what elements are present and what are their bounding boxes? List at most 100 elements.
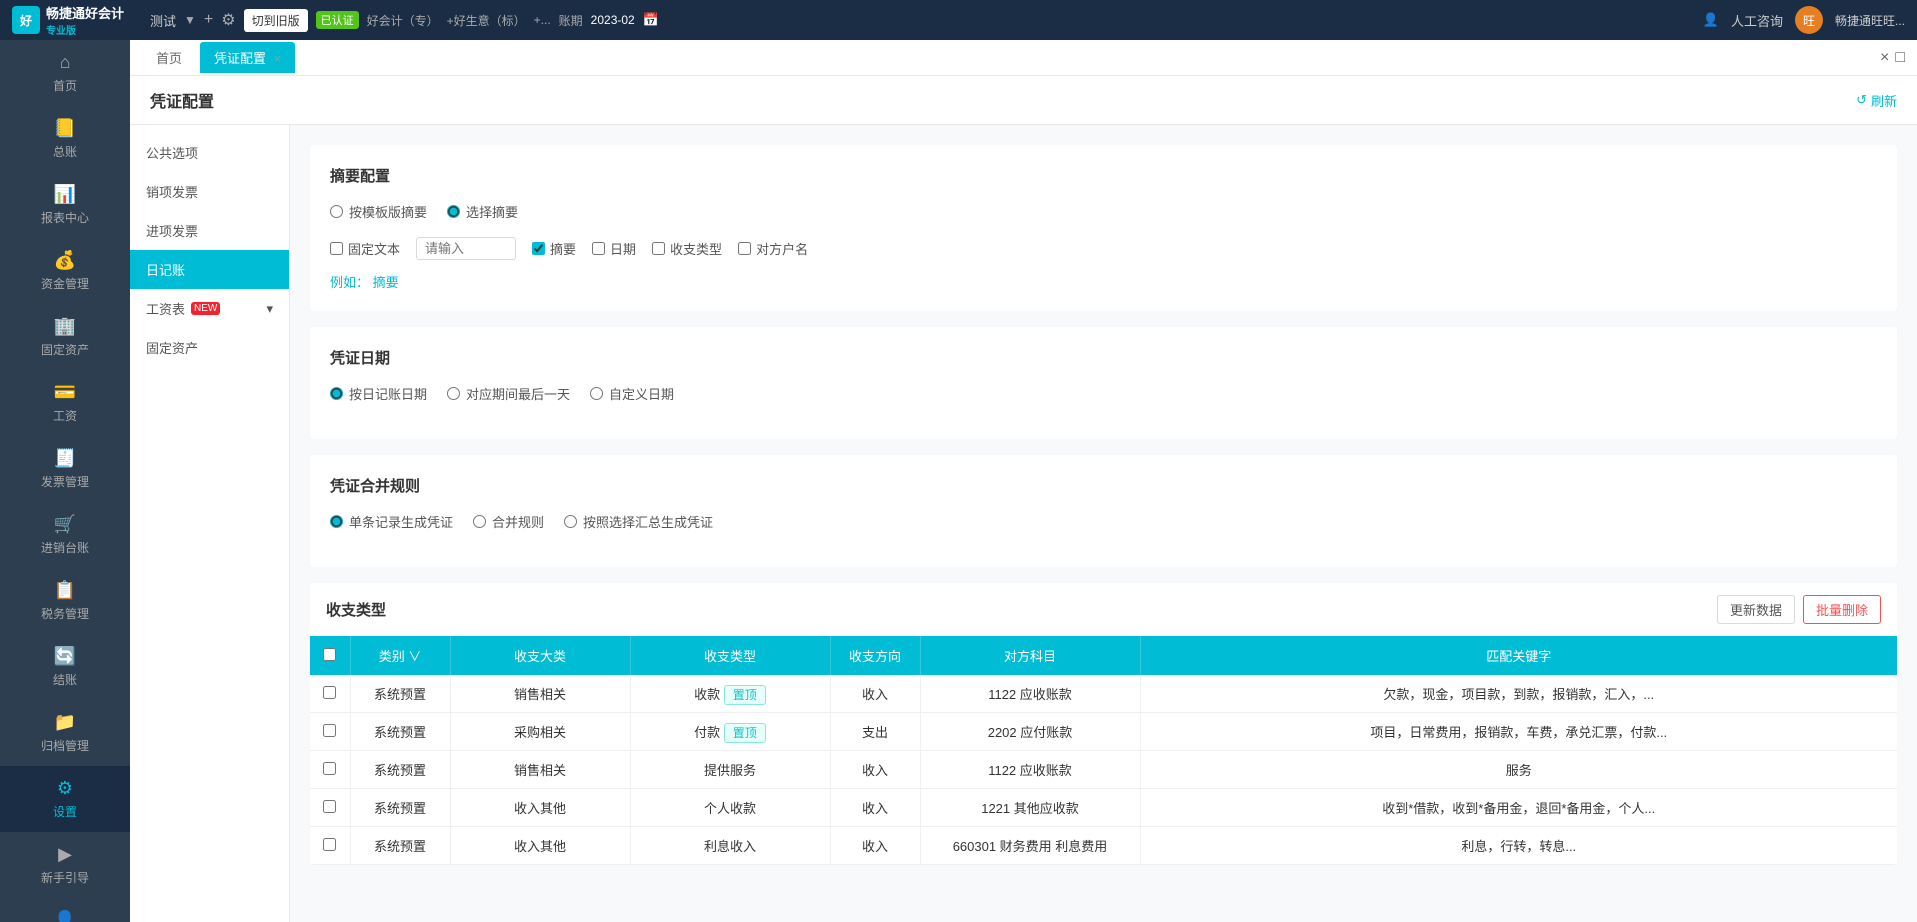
radio-merge-rules[interactable]: 合并规则 [473, 512, 544, 531]
page-title: 凭证配置 [150, 88, 214, 112]
tab-close-icon[interactable]: × [274, 51, 282, 66]
tab-actions: × □ [1880, 49, 1905, 67]
inner-layout: 公共选项 销项发票 进项发票 日记账 工资表 NEW ▾ [130, 125, 1917, 922]
radio-journal-date[interactable]: 按日记账日期 [330, 384, 427, 403]
left-nav-sales[interactable]: 销项发票 [130, 172, 289, 211]
app-name: 畅捷通好会计 [46, 3, 124, 22]
sidebar-item-member[interactable]: 👤 畅会员 [0, 898, 130, 922]
tab-home[interactable]: 首页 [142, 42, 196, 73]
tag-top-0[interactable]: 置顶 [724, 685, 766, 705]
consult-label[interactable]: 人工咨询 [1731, 11, 1783, 30]
minimize-button[interactable]: × [1880, 49, 1889, 67]
new-badge: NEW [191, 302, 220, 315]
row-type-4: 利息收入 [630, 827, 830, 865]
sidebar-item-asset[interactable]: 🏢 固定资产 [0, 304, 130, 370]
sidebar-item-label: 报表中心 [41, 209, 89, 226]
row-direction-3: 收入 [830, 789, 920, 827]
refresh-button[interactable]: ↺ 刷新 [1856, 91, 1897, 110]
radio-select-summary[interactable]: 选择摘要 [447, 202, 518, 221]
income-table-title: 收支类型 [326, 599, 386, 620]
sidebar-item-report[interactable]: 📊 报表中心 [0, 172, 130, 238]
sidebar-item-purchase[interactable]: 🛒 进销台账 [0, 502, 130, 568]
certified-badge: 已认证 [316, 11, 359, 29]
sidebar-item-guide[interactable]: ▶ 新手引导 [0, 832, 130, 898]
add-icon[interactable]: + [204, 11, 213, 29]
row-bigtype-2: 销售相关 [450, 751, 630, 789]
merge-radio-group: 单条记录生成凭证 合并规则 按照选择汇总生成凭证 [330, 512, 1877, 531]
maximize-button[interactable]: □ [1895, 49, 1905, 67]
sidebar-item-ledger[interactable]: 📒 总账 [0, 106, 130, 172]
left-nav-purchase-inv[interactable]: 进项发票 [130, 211, 289, 250]
dropdown-arrow-icon[interactable]: ▼ [184, 13, 196, 27]
left-nav-salary-sheet[interactable]: 工资表 NEW ▾ [130, 289, 289, 328]
home-icon: ⌂ [60, 52, 71, 73]
check-all[interactable] [323, 648, 336, 661]
checkbox-summary[interactable]: 摘要 [532, 239, 576, 258]
sidebar-item-settle[interactable]: 🔄 结账 [0, 634, 130, 700]
radio-custom-date[interactable]: 自定义日期 [590, 384, 674, 403]
summary-radio-group: 按模板版摘要 选择摘要 [330, 202, 1877, 221]
checkbox-fixed-text[interactable]: 固定文本 [330, 239, 400, 258]
calendar-icon[interactable]: 📅 [643, 12, 659, 28]
table-row: 系统预置 销售相关 提供服务 收入 1122 应收账款 服务 [310, 751, 1897, 789]
row-direction-0: 收入 [830, 675, 920, 713]
left-nav-fixed-asset[interactable]: 固定资产 [130, 328, 289, 367]
row-bigtype-3: 收入其他 [450, 789, 630, 827]
update-data-button[interactable]: 更新数据 [1717, 595, 1795, 624]
sidebar-item-settings[interactable]: ⚙ 设置 [0, 766, 130, 832]
sidebar-item-label: 工资 [53, 407, 77, 424]
avatar[interactable]: 旺 [1795, 6, 1823, 34]
radio-period-last[interactable]: 对应期间最后一天 [447, 384, 570, 403]
left-nav-public[interactable]: 公共选项 [130, 133, 289, 172]
sidebar-item-label: 发票管理 [41, 473, 89, 490]
user-name: 畅捷通旺旺... [1835, 12, 1905, 29]
fixed-text-input[interactable] [416, 237, 516, 260]
fund-icon: 💰 [54, 250, 76, 271]
sidebar-item-invoice[interactable]: 🧾 发票管理 [0, 436, 130, 502]
radio-summary-voucher[interactable]: 按照选择汇总生成凭证 [564, 512, 713, 531]
row-keywords-1: 项目，日常费用，报销款，车费，承兑汇票，付款... [1140, 713, 1897, 751]
sidebar-item-salary[interactable]: 💳 工资 [0, 370, 130, 436]
th-bigtype: 收支大类 [450, 636, 630, 675]
switch-version-button[interactable]: 切到旧版 [244, 9, 308, 32]
table-row: 系统预置 销售相关 收款 置顶 收入 1122 应收账款 欠款，现金，项目款，到… [310, 675, 1897, 713]
sidebar-item-label: 进销台账 [41, 539, 89, 556]
th-type: 收支类型 [630, 636, 830, 675]
row-check-2 [310, 751, 350, 789]
sidebar-item-label: 固定资产 [41, 341, 89, 358]
sidebar-item-archive[interactable]: 📁 归档管理 [0, 700, 130, 766]
tag-top-1[interactable]: 置顶 [724, 723, 766, 743]
sidebar-item-label: 税务管理 [41, 605, 89, 622]
tab-bar: 首页 凭证配置 × × □ [130, 40, 1917, 76]
sidebar: ⌂ 首页 📒 总账 📊 报表中心 💰 资金管理 🏢 固定资产 💳 工资 🧾 发票… [0, 40, 130, 922]
logo: 好 畅捷通好会计 专业版 [12, 3, 142, 37]
row-category-3: 系统预置 [350, 789, 450, 827]
left-nav: 公共选项 销项发票 进项发票 日记账 工资表 NEW ▾ [130, 125, 290, 922]
row-type-3: 个人收款 [630, 789, 830, 827]
sidebar-item-tax[interactable]: 📋 税务管理 [0, 568, 130, 634]
row-direction-4: 收入 [830, 827, 920, 865]
row-type-0: 收款 置顶 [630, 675, 830, 713]
invoice-icon: 🧾 [54, 448, 76, 469]
row-subject-2: 1122 应收账款 [920, 751, 1140, 789]
row-keywords-3: 收到*借款，收到*备用金，退回*备用金，个人... [1140, 789, 1897, 827]
sidebar-item-fund[interactable]: 💰 资金管理 [0, 238, 130, 304]
radio-single-voucher[interactable]: 单条记录生成凭证 [330, 512, 453, 531]
radio-template-summary[interactable]: 按模板版摘要 [330, 202, 427, 221]
sidebar-item-label: 设置 [53, 803, 77, 820]
settings-icon[interactable]: ⚙ [221, 10, 235, 30]
sidebar-item-label: 首页 [53, 77, 77, 94]
row-category-0: 系统预置 [350, 675, 450, 713]
left-nav-journal[interactable]: 日记账 [130, 250, 289, 289]
archive-icon: 📁 [54, 712, 76, 733]
tab-voucher-config[interactable]: 凭证配置 × [200, 42, 295, 73]
checkbox-date[interactable]: 日期 [592, 239, 636, 258]
checkbox-pay-type[interactable]: 收支类型 [652, 239, 722, 258]
batch-delete-button[interactable]: 批量删除 [1803, 595, 1881, 624]
top-bar: 好 畅捷通好会计 专业版 测试 ▼ + ⚙ 切到旧版 已认证 好会计（专） +好… [0, 0, 1917, 40]
row-type-1: 付款 置顶 [630, 713, 830, 751]
summary-section: 摘要配置 按模板版摘要 选择摘要 [310, 145, 1897, 311]
checkbox-counterpart[interactable]: 对方户名 [738, 239, 808, 258]
sidebar-item-home[interactable]: ⌂ 首页 [0, 40, 130, 106]
row-subject-0: 1122 应收账款 [920, 675, 1140, 713]
